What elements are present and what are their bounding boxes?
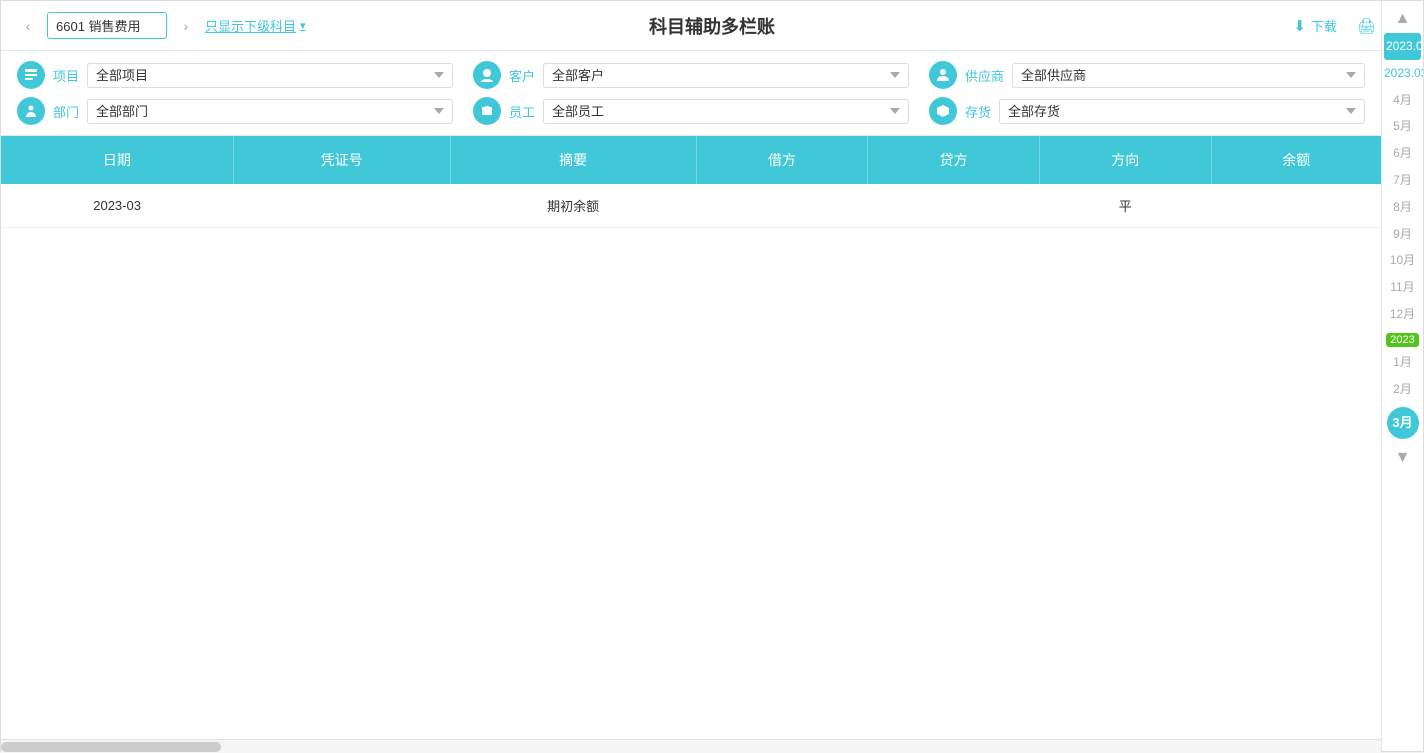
customer-label: 客户 (509, 66, 535, 85)
title-left: ‹ 6601 销售费用 › 只显示下级科目 ▾ (17, 12, 306, 39)
main-window: ‹ 6601 销售费用 › 只显示下级科目 ▾ 科目辅助多栏账 ⬇ 下载 🖨 打… (0, 0, 1424, 752)
sidebar-item-1[interactable]: 1月 (1382, 349, 1423, 376)
sidebar-item-11[interactable]: 11月 (1382, 274, 1423, 301)
filter-row-department: 部门 全部部门 (17, 97, 453, 125)
col-date: 日期 (1, 136, 233, 184)
month-sidebar: ▲ 2023.03 2023.03 4月 5月 6月 7月 8月 9月 10月 … (1381, 1, 1423, 751)
inventory-label: 存货 (965, 102, 991, 121)
project-label: 项目 (53, 66, 79, 85)
download-label: 下载 (1311, 16, 1337, 35)
filter-area: 项目 全部项目 客户 全部客户 供应商 全部供 (1, 51, 1381, 136)
prev-account-btn[interactable]: ‹ (17, 15, 39, 37)
bottom-scrollbar[interactable] (1, 739, 1381, 753)
main-content: 项目 全部项目 客户 全部客户 供应商 全部供 (1, 51, 1381, 753)
customer-icon (473, 61, 501, 89)
employee-label: 员工 (509, 102, 535, 121)
sidebar-item-5[interactable]: 5月 (1382, 113, 1423, 140)
col-direction: 方向 (1039, 136, 1211, 184)
filter-row-project: 项目 全部项目 (17, 61, 453, 89)
sidebar-item-7[interactable]: 7月 (1382, 167, 1423, 194)
sidebar-item-2[interactable]: 2月 (1382, 376, 1423, 403)
year-badge-2023[interactable]: 2023 (1386, 328, 1418, 349)
sidebar-item-8[interactable]: 8月 (1382, 194, 1423, 221)
next-account-btn[interactable]: › (175, 15, 197, 37)
inventory-icon (929, 97, 957, 125)
cell-credit (868, 184, 1040, 228)
page-title: 科目辅助多栏账 (649, 13, 775, 39)
cell-voucher (233, 184, 450, 228)
department-select[interactable]: 全部部门 (87, 99, 453, 124)
show-sub-button[interactable]: 只显示下级科目 ▾ (205, 16, 306, 35)
sidebar-item-4[interactable]: 4月 (1382, 87, 1423, 114)
sidebar-down-btn[interactable]: ▼ (1389, 444, 1417, 472)
cell-date: 2023-03 (1, 184, 233, 228)
show-sub-arrow-icon: ▾ (300, 19, 306, 32)
supplier-select[interactable]: 全部供应商 (1012, 63, 1365, 88)
cell-direction: 平 (1039, 184, 1211, 228)
col-credit: 贷方 (868, 136, 1040, 184)
show-sub-label: 只显示下级科目 (205, 16, 296, 35)
download-button[interactable]: ⬇ 下载 (1293, 16, 1337, 35)
department-icon (17, 97, 45, 125)
supplier-label: 供应商 (965, 66, 1004, 85)
supplier-icon (929, 61, 957, 89)
sidebar-item-10[interactable]: 10月 (1382, 247, 1423, 274)
sidebar-item-9[interactable]: 9月 (1382, 221, 1423, 248)
cell-balance (1211, 184, 1381, 228)
filter-row-customer: 客户 全部客户 (473, 61, 909, 89)
sidebar-item-3-wrapper: 3月 (1387, 402, 1419, 444)
col-summary: 摘要 (450, 136, 696, 184)
employee-icon (473, 97, 501, 125)
print-icon: 🖨 (1357, 17, 1376, 35)
scrollbar-thumb[interactable] (1, 742, 221, 752)
sidebar-up-btn[interactable]: ▲ (1389, 5, 1417, 33)
sidebar-item-2023-03[interactable]: 2023.03 (1382, 60, 1423, 87)
sidebar-item-6[interactable]: 6月 (1382, 140, 1423, 167)
filter-row-inventory: 存货 全部存货 (929, 97, 1365, 125)
sidebar-item-12[interactable]: 12月 (1382, 301, 1423, 328)
title-bar: ‹ 6601 销售费用 › 只显示下级科目 ▾ 科目辅助多栏账 ⬇ 下载 🖨 打… (1, 1, 1423, 51)
table-wrapper: 日期 凭证号 摘要 借方 贷方 方向 余额 2023-03 期初余额 (1, 136, 1381, 739)
inventory-select[interactable]: 全部存货 (999, 99, 1365, 124)
table-row: 2023-03 期初余额 平 (1, 184, 1381, 228)
download-icon: ⬇ (1293, 17, 1306, 35)
table-header-row: 日期 凭证号 摘要 借方 贷方 方向 余额 (1, 136, 1381, 184)
col-debit: 借方 (696, 136, 868, 184)
filter-row-employee: 员工 全部员工 (473, 97, 909, 125)
employee-select[interactable]: 全部员工 (543, 99, 909, 124)
col-balance: 余额 (1211, 136, 1381, 184)
cell-debit (696, 184, 868, 228)
cell-summary: 期初余额 (450, 184, 696, 228)
ledger-table: 日期 凭证号 摘要 借方 贷方 方向 余额 2023-03 期初余额 (1, 136, 1381, 228)
project-select[interactable]: 全部项目 (87, 63, 453, 88)
department-label: 部门 (53, 102, 79, 121)
customer-select[interactable]: 全部客户 (543, 63, 909, 88)
col-voucher: 凭证号 (233, 136, 450, 184)
sidebar-item-2023-03-top[interactable]: 2023.03 (1384, 33, 1421, 60)
account-code: 6601 销售费用 (47, 12, 167, 39)
project-icon (17, 61, 45, 89)
filter-row-supplier: 供应商 全部供应商 (929, 61, 1365, 89)
sidebar-item-3-current[interactable]: 3月 (1387, 407, 1419, 439)
